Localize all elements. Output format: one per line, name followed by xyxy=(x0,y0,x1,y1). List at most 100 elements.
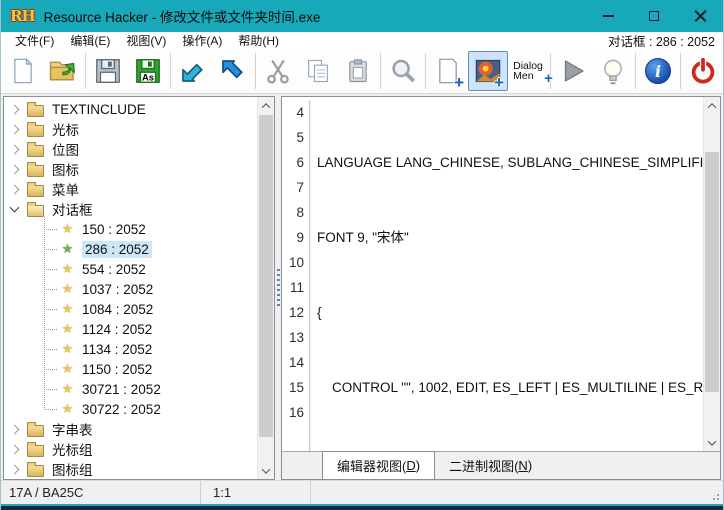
scroll-down-button[interactable] xyxy=(258,462,274,479)
export-resource-button[interactable] xyxy=(213,51,253,91)
window-title: Resource Hacker - 修改文件或文件夹时间.exe xyxy=(44,6,321,26)
tree-item-label: 30722 : 2052 xyxy=(82,402,161,417)
tree-item-label: 位图 xyxy=(52,139,79,159)
hints-button[interactable] xyxy=(593,51,633,91)
tree-item-label: 光标 xyxy=(52,119,79,139)
menu-view[interactable]: 视图(V) xyxy=(118,32,174,49)
chevron-right-icon[interactable] xyxy=(10,104,20,114)
chevron-right-icon[interactable] xyxy=(10,464,20,474)
chevron-right-icon[interactable] xyxy=(10,124,20,134)
tree-item-label: 光标组 xyxy=(52,439,93,459)
menu-edit[interactable]: 编辑(E) xyxy=(62,32,118,49)
tree-item-label: 字串表 xyxy=(52,419,93,439)
run-compile-button[interactable] xyxy=(553,51,593,91)
tree-scrollbar-thumb[interactable] xyxy=(259,115,273,437)
save-icon xyxy=(93,56,123,86)
resource-star-icon xyxy=(59,341,76,357)
close-button[interactable] xyxy=(677,0,723,32)
tree-item[interactable]: 30722 : 2052 xyxy=(4,399,256,419)
resource-star-icon xyxy=(59,321,76,337)
tree-item[interactable]: 光标 xyxy=(4,119,256,139)
editor-scrollbar[interactable] xyxy=(703,97,720,451)
resource-hacker-window: RH Resource Hacker - 修改文件或文件夹时间.exe 文件(F… xyxy=(0,0,724,510)
tab-binary-view[interactable]: 二进制视图(N) xyxy=(435,452,546,479)
close-icon xyxy=(694,10,707,23)
resource-tree: TEXTINCLUDE 光标 位图 图标 xyxy=(4,99,256,479)
tree-item-label: 图标 xyxy=(52,159,79,179)
about-button[interactable]: i xyxy=(638,51,678,91)
add-image-button[interactable] xyxy=(468,51,508,91)
titlebar[interactable]: RH Resource Hacker - 修改文件或文件夹时间.exe xyxy=(1,0,723,32)
tree-item[interactable]: 光标组 xyxy=(4,439,256,459)
tree-item-label: 菜单 xyxy=(52,179,79,199)
tree-item[interactable]: 1150 : 2052 xyxy=(4,359,256,379)
tree-item[interactable]: 30721 : 2052 xyxy=(4,379,256,399)
tree-item[interactable]: 554 : 2052 xyxy=(4,259,256,279)
maximize-icon xyxy=(649,11,659,21)
tree-item[interactable]: 150 : 2052 xyxy=(4,219,256,239)
menu-help[interactable]: 帮助(H) xyxy=(230,32,287,49)
chevron-right-icon[interactable] xyxy=(10,444,20,454)
tab-label: 编辑器视图( xyxy=(337,456,406,475)
resource-star-icon xyxy=(59,261,76,277)
scroll-up-button[interactable] xyxy=(258,97,274,114)
status-empty xyxy=(311,481,723,504)
chevron-right-icon[interactable] xyxy=(10,424,20,434)
tree-item[interactable]: 位图 xyxy=(4,139,256,159)
menubar: 文件(F) 编辑(E) 视图(V) 操作(A) 帮助(H) 对话框 : 286 … xyxy=(1,32,723,49)
tree-item[interactable]: 菜单 xyxy=(4,179,256,199)
folder-icon xyxy=(27,165,44,177)
tree-item[interactable]: 1134 : 2052 xyxy=(4,339,256,359)
new-file-button[interactable] xyxy=(3,51,43,91)
tree-item[interactable]: 1124 : 2052 xyxy=(4,319,256,339)
add-dialog-menu-button[interactable]: Dialog Men xyxy=(508,51,548,91)
main-area: TEXTINCLUDE 光标 位图 图标 xyxy=(1,94,723,480)
copy-button[interactable] xyxy=(298,51,338,91)
scroll-down-button[interactable] xyxy=(704,434,720,451)
tree-item-selected[interactable]: 286 : 2052 xyxy=(4,239,256,259)
menu-action[interactable]: 操作(A) xyxy=(174,32,230,49)
minimize-button[interactable] xyxy=(585,0,631,32)
search-button[interactable] xyxy=(383,51,423,91)
editor-scrollbar-thumb[interactable] xyxy=(705,152,719,392)
code-editor[interactable]: 4 5 6 7 8 9 10 11 12 13 14 15 16 LANGUAG… xyxy=(282,97,720,451)
folder-icon xyxy=(27,185,44,197)
tree-item[interactable]: 1037 : 2052 xyxy=(4,279,256,299)
tree-item[interactable]: 图标组 xyxy=(4,459,256,479)
code-line: CONTROL "", 1001, EDIT, ES_LEFT | ES_MUL… xyxy=(317,450,703,451)
tree-item[interactable]: TEXTINCLUDE xyxy=(4,99,256,119)
resource-star-icon xyxy=(59,381,76,397)
chevron-right-icon[interactable] xyxy=(10,164,20,174)
tree-item[interactable]: 1084 : 2052 xyxy=(4,299,256,319)
tree-item-label: 1084 : 2052 xyxy=(82,302,153,317)
chevron-right-icon[interactable] xyxy=(10,184,20,194)
exit-button[interactable] xyxy=(683,51,723,91)
tree-item-dialogs[interactable]: 对话框 xyxy=(4,199,256,219)
line-number: 6 xyxy=(282,150,304,175)
tree-scrollbar[interactable] xyxy=(257,97,274,479)
menu-file[interactable]: 文件(F) xyxy=(7,32,62,49)
tree-item-label: 286 : 2052 xyxy=(82,241,152,258)
code-text[interactable]: LANGUAGE LANG_CHINESE, SUBLANG_CHINESE_S… xyxy=(310,100,703,451)
maximize-button[interactable] xyxy=(631,0,677,32)
tree-item[interactable]: 字串表 xyxy=(4,419,256,439)
tree-item-label: 30721 : 2052 xyxy=(82,382,161,397)
toolbar-separator xyxy=(680,53,681,89)
tree-item-label: 554 : 2052 xyxy=(82,262,146,277)
chevron-right-icon[interactable] xyxy=(10,144,20,154)
save-button[interactable] xyxy=(88,51,128,91)
paste-button[interactable] xyxy=(338,51,378,91)
tree-item[interactable]: 图标 xyxy=(4,159,256,179)
scroll-up-button[interactable] xyxy=(704,97,720,114)
open-file-button[interactable] xyxy=(43,51,83,91)
import-resource-button[interactable] xyxy=(173,51,213,91)
tree-item-label: TEXTINCLUDE xyxy=(52,102,146,117)
cut-button[interactable] xyxy=(258,51,298,91)
save-as-button[interactable]: As xyxy=(128,51,168,91)
tab-editor-view[interactable]: 编辑器视图(D) xyxy=(322,451,435,479)
resource-star-icon xyxy=(59,301,76,317)
resource-star-icon xyxy=(59,281,76,297)
add-resource-button[interactable] xyxy=(428,51,468,91)
chevron-down-icon[interactable] xyxy=(10,203,20,213)
dialog-children: 150 : 2052 286 : 2052 554 : 2052 1037 : … xyxy=(4,219,256,419)
